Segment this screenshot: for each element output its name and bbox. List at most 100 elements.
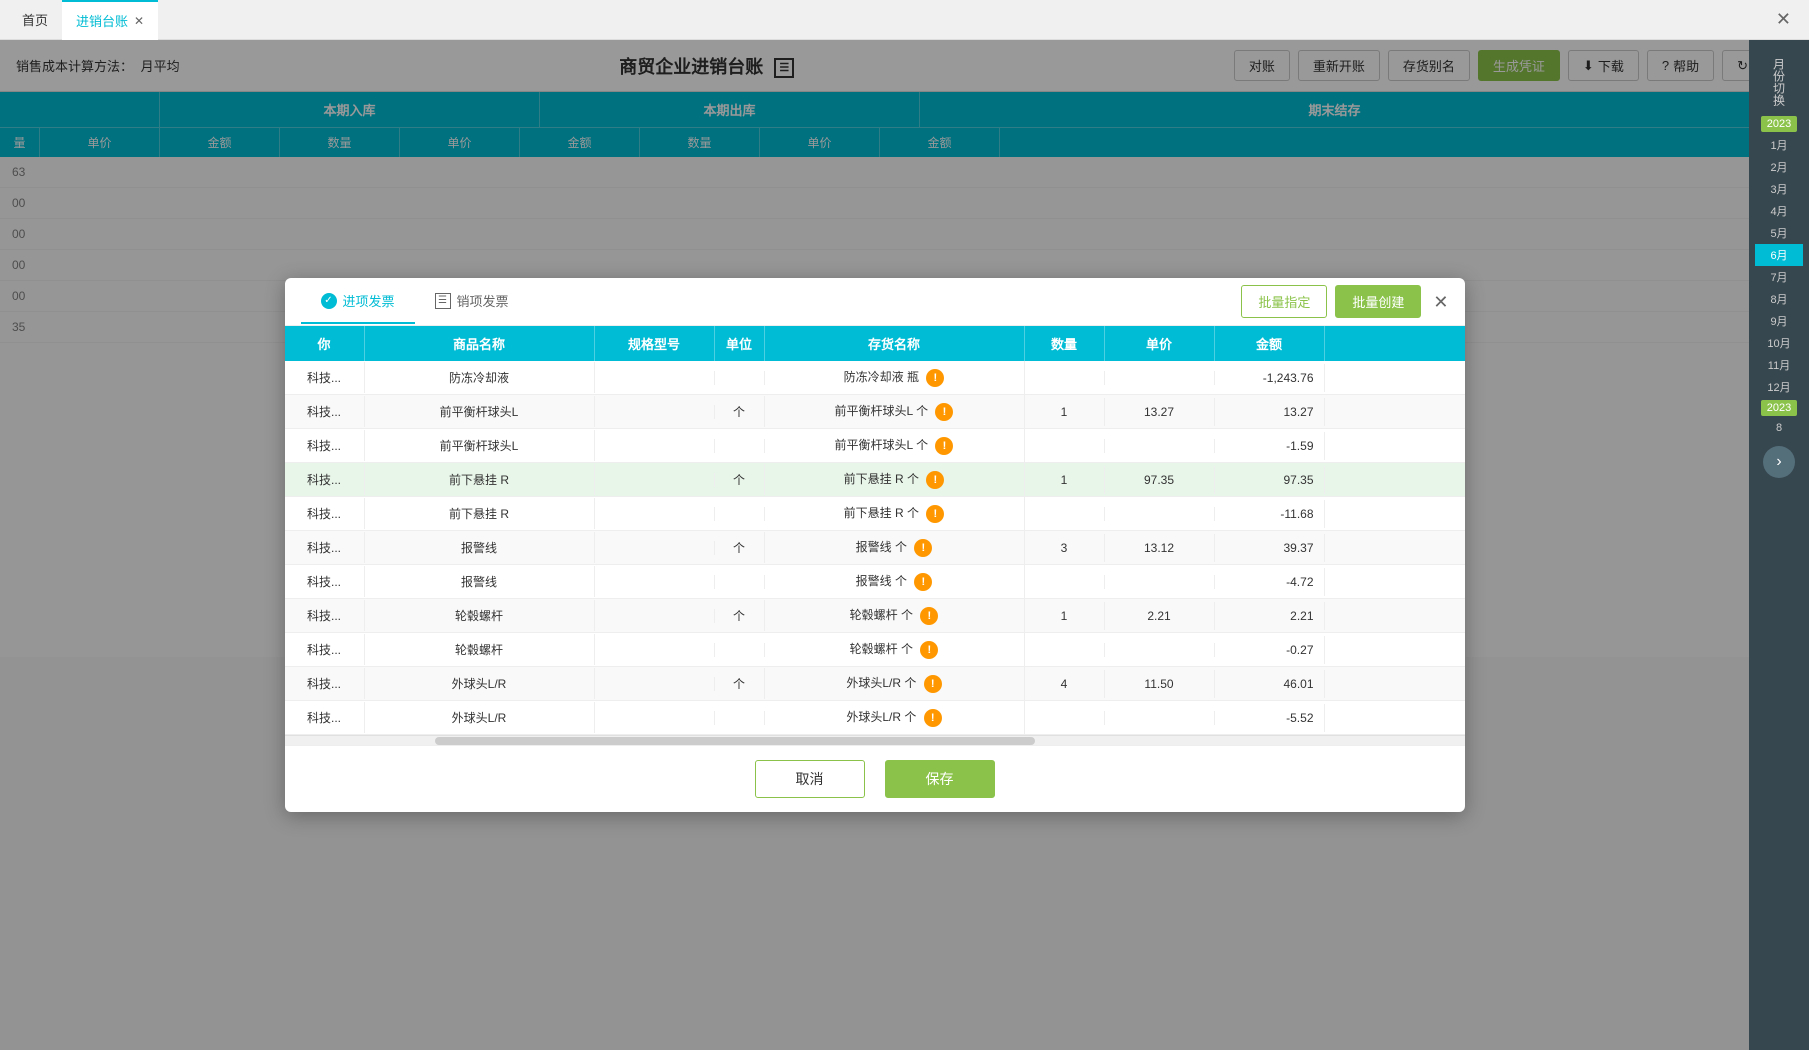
cell-qty: 1 (1025, 602, 1105, 630)
cell-company: 科技... (285, 634, 365, 665)
month-9[interactable]: 9月 (1755, 310, 1803, 332)
month-1[interactable]: 1月 (1755, 134, 1803, 156)
cell-unit (715, 575, 765, 589)
window-close-icon[interactable]: ✕ (1766, 9, 1801, 30)
month-4[interactable]: 4月 (1755, 200, 1803, 222)
dialog-overlay: ✓ 进项发票 ☰ 销项发票 批量指定 批量创建 ✕ 你 商品名称 (0, 40, 1749, 1050)
cell-spec (595, 371, 715, 385)
cell-qty: 1 (1025, 466, 1105, 494)
cell-amount: -4.72 (1215, 568, 1325, 596)
cell-amount: 46.01 (1215, 670, 1325, 698)
table-row: 科技... 外球头L/R 个 外球头L/R 个 ! 4 11.50 46.01 (285, 667, 1465, 701)
table-row: 科技... 防冻冷却液 防冻冷却液 瓶 ! -1,243.76 (285, 361, 1465, 395)
cell-amount: -1.59 (1215, 432, 1325, 460)
cell-inventory: 外球头L/R 个 ! (765, 667, 1025, 700)
cancel-button[interactable]: 取消 (755, 760, 865, 798)
warn-icon[interactable]: ! (935, 437, 953, 455)
cell-company: 科技... (285, 464, 365, 495)
cell-product: 报警线 (365, 566, 595, 597)
cell-inventory: 前下悬挂 R 个 ! (765, 497, 1025, 530)
cell-company: 科技... (285, 532, 365, 563)
dialog-close-icon[interactable]: ✕ (1433, 293, 1448, 311)
dialog-scrollbar[interactable] (285, 735, 1465, 745)
sidebar-label: 月份切换 (1771, 50, 1788, 114)
warn-icon[interactable]: ! (926, 369, 944, 387)
tab-ledger[interactable]: 进销台账 ✕ (62, 0, 158, 40)
cell-spec (595, 439, 715, 453)
warn-icon[interactable]: ! (914, 539, 932, 557)
cell-company: 科技... (285, 362, 365, 393)
table-row: 科技... 前平衡杆球头L 个 前平衡杆球头L 个 ! 1 13.27 13.2… (285, 395, 1465, 429)
cell-amount: -1,243.76 (1215, 364, 1325, 392)
th-product-name: 商品名称 (365, 326, 595, 361)
month-3[interactable]: 3月 (1755, 178, 1803, 200)
cell-inventory: 防冻冷却液 瓶 ! (765, 361, 1025, 394)
cell-spec (595, 575, 715, 589)
cell-unit (715, 371, 765, 385)
cell-price (1105, 439, 1215, 453)
cell-price: 13.12 (1105, 534, 1215, 562)
warn-icon[interactable]: ! (926, 471, 944, 489)
month-7[interactable]: 7月 (1755, 266, 1803, 288)
warn-icon[interactable]: ! (920, 641, 938, 659)
month-2[interactable]: 2月 (1755, 156, 1803, 178)
cell-price: 13.27 (1105, 398, 1215, 426)
th-company: 你 (285, 326, 365, 361)
cell-amount: -5.52 (1215, 704, 1325, 732)
cell-product: 防冻冷却液 (365, 362, 595, 393)
sales-tab-label: 销项发票 (457, 291, 509, 310)
warn-icon[interactable]: ! (924, 709, 942, 727)
year-badge-2023: 2023 (1761, 116, 1797, 132)
tab-ledger-close[interactable]: ✕ (134, 14, 144, 28)
cell-product: 外球头L/R (365, 702, 595, 733)
th-inventory-name: 存货名称 (765, 326, 1025, 361)
dialog: ✓ 进项发票 ☰ 销项发票 批量指定 批量创建 ✕ 你 商品名称 (285, 278, 1465, 812)
cell-unit: 个 (715, 464, 765, 495)
batch-assign-button[interactable]: 批量指定 (1241, 285, 1327, 318)
tab-purchase-invoice[interactable]: ✓ 进项发票 (301, 279, 415, 324)
cell-qty: 4 (1025, 670, 1105, 698)
dialog-header-buttons: 批量指定 批量创建 (1241, 285, 1421, 318)
cell-unit: 个 (715, 600, 765, 631)
cell-inventory: 前平衡杆球头L 个 ! (765, 429, 1025, 462)
month-5[interactable]: 5月 (1755, 222, 1803, 244)
cell-price: 2.21 (1105, 602, 1215, 630)
cell-inventory: 前下悬挂 R 个 ! (765, 463, 1025, 496)
cell-qty (1025, 711, 1105, 725)
month-8[interactable]: 8月 (1755, 288, 1803, 310)
dialog-tabs: ✓ 进项发票 ☰ 销项发票 (301, 279, 529, 324)
cell-spec (595, 541, 715, 555)
cell-unit (715, 439, 765, 453)
month-11[interactable]: 11月 (1755, 354, 1803, 376)
warn-icon[interactable]: ! (935, 403, 953, 421)
month-10[interactable]: 10月 (1755, 332, 1803, 354)
cell-amount: 13.27 (1215, 398, 1325, 426)
dialog-footer: 取消 保存 (285, 745, 1465, 812)
dialog-table-header: 你 商品名称 规格型号 单位 存货名称 数量 单价 金额 (285, 326, 1465, 361)
tab-home[interactable]: 首页 (8, 0, 62, 40)
warn-icon[interactable]: ! (920, 607, 938, 625)
warn-icon[interactable]: ! (924, 675, 942, 693)
cell-product: 前平衡杆球头L (365, 430, 595, 461)
month-12[interactable]: 12月 (1755, 376, 1803, 398)
year-badge-2023b: 2023 (1761, 400, 1797, 416)
purchase-tab-label: 进项发票 (343, 291, 395, 310)
warn-icon[interactable]: ! (914, 573, 932, 591)
sidebar-expand-button[interactable]: › (1763, 446, 1795, 478)
cell-company: 科技... (285, 430, 365, 461)
batch-create-button[interactable]: 批量创建 (1335, 285, 1421, 318)
tab-sales-invoice[interactable]: ☰ 销项发票 (415, 279, 529, 324)
cell-product: 报警线 (365, 532, 595, 563)
th-price: 单价 (1105, 326, 1215, 361)
table-row: 科技... 外球头L/R 外球头L/R 个 ! -5.52 (285, 701, 1465, 735)
save-button[interactable]: 保存 (885, 760, 995, 798)
month-6[interactable]: 6月 (1755, 244, 1803, 266)
right-sidebar: 月份切换 2023 1月 2月 3月 4月 5月 6月 7月 8月 9月 10月… (1749, 40, 1809, 1050)
dialog-scrollbar-thumb[interactable] (435, 737, 1035, 745)
cell-unit: 个 (715, 532, 765, 563)
cell-inventory: 报警线 个 ! (765, 531, 1025, 564)
th-spec: 规格型号 (595, 326, 715, 361)
tab-bar: 首页 进销台账 ✕ ✕ (0, 0, 1809, 40)
warn-icon[interactable]: ! (926, 505, 944, 523)
cell-unit (715, 643, 765, 657)
